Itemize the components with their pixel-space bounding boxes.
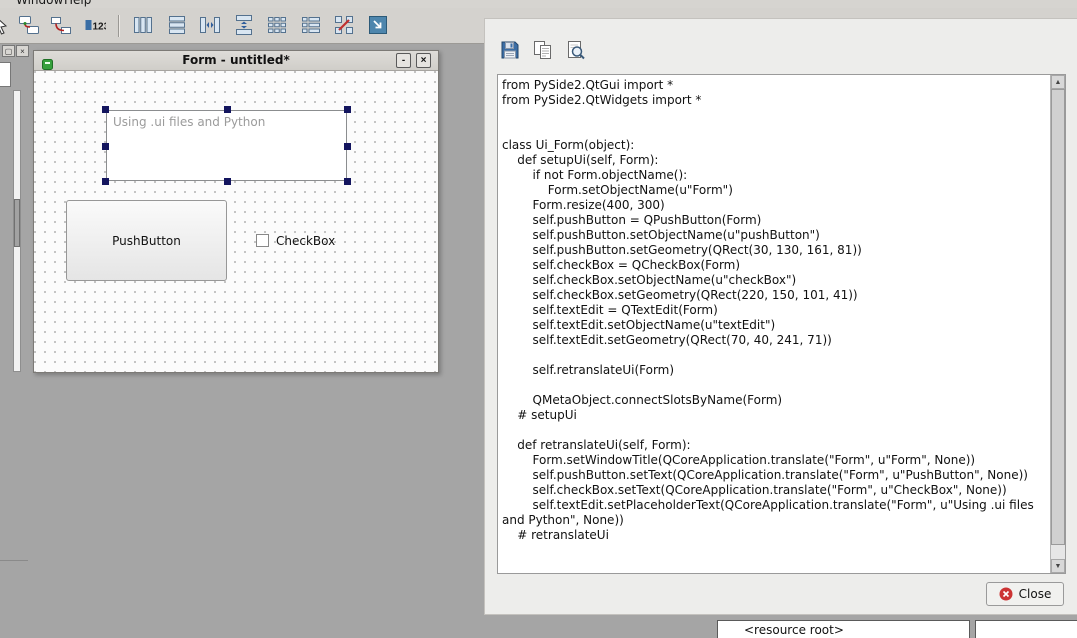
scroll-up-icon[interactable]: ▲ <box>1051 75 1065 89</box>
selection-handle[interactable] <box>102 106 109 113</box>
edit-buddies-icon[interactable] <box>48 12 74 38</box>
code-line: self.textEdit.setObjectName(u"textEdit") <box>502 318 1048 333</box>
code-line <box>502 348 1048 363</box>
copy-icon[interactable] <box>530 37 556 63</box>
code-line: def retranslateUi(self, Form): <box>502 438 1048 453</box>
code-line: Form.resize(400, 300) <box>502 198 1048 213</box>
edit-widgets-icon[interactable] <box>0 12 12 38</box>
menu-window[interactable]: Window <box>16 0 63 7</box>
code-line: from PySide2.QtGui import * <box>502 78 1048 93</box>
lay-out-horizontally-icon[interactable] <box>130 12 156 38</box>
code-editor[interactable]: from PySide2.QtGui import *from PySide2.… <box>497 74 1066 574</box>
close-circle-icon <box>999 587 1013 601</box>
code-line: self.checkBox = QCheckBox(Form) <box>502 258 1048 273</box>
vertical-scrollbar[interactable]: ▲ ▼ <box>1050 75 1065 573</box>
lay-out-horizontally-in-splitter-icon[interactable] <box>197 12 223 38</box>
selection-handle[interactable] <box>102 178 109 185</box>
svg-text:123: 123 <box>93 22 107 33</box>
textedit-placeholder: Using .ui files and Python <box>107 111 346 133</box>
lay-out-in-grid-icon[interactable] <box>264 12 290 38</box>
code-line: Form.setObjectName(u"Form") <box>502 183 1048 198</box>
checkbox-label: CheckBox <box>276 234 335 248</box>
minimize-button[interactable]: - <box>396 53 411 68</box>
lay-out-vertically-icon[interactable] <box>164 12 190 38</box>
selection-handle[interactable] <box>224 106 231 113</box>
panel-scrollbar[interactable] <box>13 90 21 372</box>
code-line: # retranslateUi <box>502 528 1048 543</box>
code-line: Form.setWindowTitle(QCoreApplication.tra… <box>502 453 1048 468</box>
code-line <box>502 378 1048 393</box>
checkbox-indicator[interactable] <box>256 234 269 247</box>
close-button-label: Close <box>1019 587 1052 601</box>
dock-float-button[interactable]: ▢ <box>2 45 15 57</box>
code-line: self.pushButton.setObjectName(u"pushButt… <box>502 228 1048 243</box>
dialog-close-button[interactable]: Close <box>986 582 1064 606</box>
resource-root-label: <resource root> <box>744 623 844 637</box>
qt-designer-screen: Window Help 123 <box>0 0 1077 638</box>
toolbar-separator <box>118 15 120 37</box>
selection-handle[interactable] <box>344 178 351 185</box>
code-line: self.checkBox.setText(QCoreApplication.t… <box>502 483 1048 498</box>
panel-scrollbar-thumb[interactable] <box>14 199 20 247</box>
textedit-widget[interactable]: Using .ui files and Python <box>106 110 347 181</box>
code-line: self.textEdit = QTextEdit(Form) <box>502 303 1048 318</box>
form-designer-window[interactable]: Form - untitled* - × Using .ui files and… <box>33 50 439 373</box>
code-line: self.retranslateUi(Form) <box>502 363 1048 378</box>
scroll-down-icon[interactable]: ▼ <box>1051 559 1065 573</box>
lay-out-vertically-in-splitter-icon[interactable] <box>231 12 257 38</box>
edit-tab-order-icon[interactable]: 123 <box>82 12 108 38</box>
save-icon[interactable] <box>497 37 523 63</box>
pushbutton-widget[interactable]: PushButton <box>66 200 227 281</box>
resource-root-item[interactable]: <resource root> <box>717 620 970 638</box>
menu-help[interactable]: Help <box>64 0 91 7</box>
scrollbar-thumb[interactable] <box>1051 89 1065 545</box>
dock-close-button[interactable]: × <box>16 45 29 57</box>
code-line: self.checkBox.setObjectName(u"checkBox") <box>502 273 1048 288</box>
code-line <box>502 123 1048 138</box>
form-canvas[interactable]: Using .ui files and Python PushButton Ch… <box>34 71 438 372</box>
textedit-selection[interactable]: Using .ui files and Python <box>106 110 347 181</box>
code-text[interactable]: from PySide2.QtGui import *from PySide2.… <box>502 78 1048 571</box>
selection-handle[interactable] <box>344 143 351 150</box>
code-line: self.textEdit.setGeometry(QRect(70, 40, … <box>502 333 1048 348</box>
form-window-title: Form - untitled* <box>34 53 438 67</box>
code-line: self.pushButton.setGeometry(QRect(30, 13… <box>502 243 1048 258</box>
code-line <box>502 423 1048 438</box>
code-line: self.pushButton.setText(QCoreApplication… <box>502 468 1048 483</box>
code-line: # setupUi <box>502 408 1048 423</box>
filter-input-fragment[interactable] <box>0 62 11 87</box>
menubar: Window Help <box>0 0 1077 8</box>
resource-panel-fragment <box>975 620 1077 638</box>
close-window-button[interactable]: × <box>416 53 431 68</box>
selection-handle[interactable] <box>224 178 231 185</box>
code-line: def setupUi(self, Form): <box>502 153 1048 168</box>
code-line: self.pushButton = QPushButton(Form) <box>502 213 1048 228</box>
dock-divider <box>0 560 28 561</box>
code-line <box>502 108 1048 123</box>
code-preview-dialog: from PySide2.QtGui import *from PySide2.… <box>484 18 1077 615</box>
edit-signals-slots-icon[interactable] <box>16 12 42 38</box>
code-dialog-toolbar <box>497 37 589 63</box>
code-line: and Python", None)) <box>502 513 1048 528</box>
code-line: class Ui_Form(object): <box>502 138 1048 153</box>
checkbox-widget[interactable]: CheckBox <box>256 220 357 261</box>
break-layout-icon[interactable] <box>331 12 357 38</box>
code-line: self.textEdit.setPlaceholderText(QCoreAp… <box>502 498 1048 513</box>
selection-handle[interactable] <box>344 106 351 113</box>
code-line: QMetaObject.connectSlotsByName(Form) <box>502 393 1048 408</box>
lay-out-in-form-layout-icon[interactable] <box>298 12 324 38</box>
code-line: self.checkBox.setGeometry(QRect(220, 150… <box>502 288 1048 303</box>
find-icon[interactable] <box>563 37 589 63</box>
form-window-titlebar[interactable]: Form - untitled* - × <box>34 51 438 71</box>
adjust-size-icon[interactable] <box>365 12 391 38</box>
code-line: from PySide2.QtWidgets import * <box>502 93 1048 108</box>
selection-handle[interactable] <box>102 143 109 150</box>
code-line: if not Form.objectName(): <box>502 168 1048 183</box>
